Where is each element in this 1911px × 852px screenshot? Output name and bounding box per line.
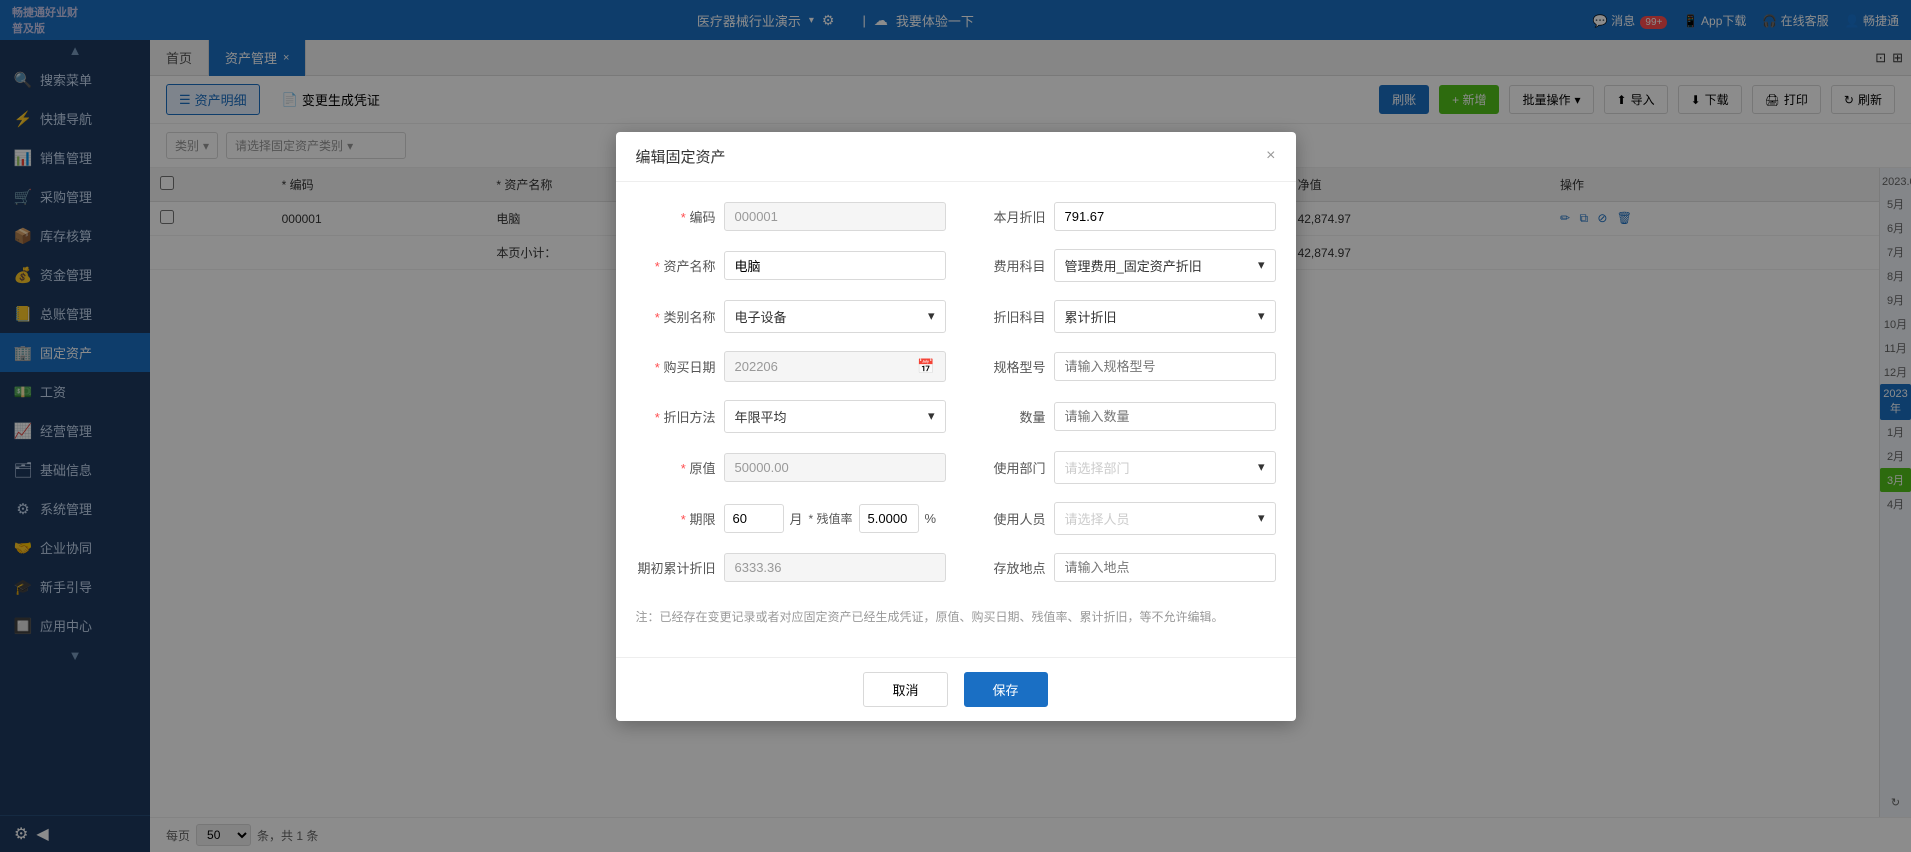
initial-dep-label: 期初累计折旧 <box>636 558 716 577</box>
form-col-person: 使用人员 请选择人员 ▾ <box>966 502 1276 535</box>
monthly-dep-input[interactable] <box>1054 202 1276 231</box>
chevron-down-icon: ▾ <box>1258 459 1265 475</box>
form-col-monthly-dep: 本月折旧 <box>966 202 1276 231</box>
form-col-dep-subject: 折旧科目 累计折旧 ▾ <box>966 300 1276 333</box>
quantity-label: 数量 <box>966 407 1046 426</box>
period-input[interactable] <box>724 504 784 533</box>
department-label: 使用部门 <box>966 458 1046 477</box>
modal-notice: 注：已经存在变更记录或者对应固定资产已经生成凭证，原值、购买日期、残值率、累计折… <box>636 600 1276 637</box>
form-col-asset-name: * 资产名称 <box>636 251 946 280</box>
chevron-down-icon: ▾ <box>1258 510 1265 526</box>
chevron-down-icon: ▾ <box>928 408 935 424</box>
category-select[interactable]: 电子设备 ▾ <box>724 300 946 333</box>
original-value-input[interactable] <box>724 453 946 482</box>
department-select[interactable]: 请选择部门 ▾ <box>1054 451 1276 484</box>
form-row-2: * 资产名称 费用科目 管理费用_固定资产折旧 ▾ <box>636 249 1276 282</box>
period-group: 月 * 残值率 % <box>724 504 946 533</box>
chevron-down-icon: ▾ <box>1258 308 1265 324</box>
dep-subject-select[interactable]: 累计折旧 ▾ <box>1054 300 1276 333</box>
save-button[interactable]: 保存 <box>964 672 1048 707</box>
location-input[interactable] <box>1054 553 1276 582</box>
form-col-code: * 编码 <box>636 202 946 231</box>
form-col-dep-method: * 折旧方法 年限平均 ▾ <box>636 400 946 433</box>
modal-header: 编辑固定资产 × <box>616 132 1296 182</box>
person-label: 使用人员 <box>966 509 1046 528</box>
modal-title: 编辑固定资产 <box>636 146 726 167</box>
form-row-8: 期初累计折旧 存放地点 <box>636 553 1276 582</box>
form-row-7: * 期限 月 * 残值率 % 使用人员 请选择人员 ▾ <box>636 502 1276 535</box>
form-col-period: * 期限 月 * 残值率 % <box>636 504 946 533</box>
quantity-input[interactable] <box>1054 402 1276 431</box>
form-row-5: * 折旧方法 年限平均 ▾ 数量 <box>636 400 1276 433</box>
asset-name-input[interactable] <box>724 251 946 280</box>
form-col-spec: 规格型号 <box>966 352 1276 381</box>
form-row-1: * 编码 本月折旧 <box>636 202 1276 231</box>
form-col-original-value: * 原值 <box>636 453 946 482</box>
code-label: * 编码 <box>636 207 716 226</box>
cancel-button[interactable]: 取消 <box>863 672 947 707</box>
expense-subject-label: 费用科目 <box>966 256 1046 275</box>
location-label: 存放地点 <box>966 558 1046 577</box>
form-col-expense-subject: 费用科目 管理费用_固定资产折旧 ▾ <box>966 249 1276 282</box>
purchase-date-input[interactable]: 202206 📅 <box>724 351 946 382</box>
period-label: * 期限 <box>636 509 716 528</box>
initial-dep-input[interactable] <box>724 553 946 582</box>
asset-name-label: * 资产名称 <box>636 256 716 275</box>
code-input[interactable] <box>724 202 946 231</box>
form-row-4: * 购买日期 202206 📅 规格型号 <box>636 351 1276 382</box>
dep-method-select[interactable]: 年限平均 ▾ <box>724 400 946 433</box>
form-col-purchase-date: * 购买日期 202206 📅 <box>636 351 946 382</box>
spec-input[interactable] <box>1054 352 1276 381</box>
modal-body: * 编码 本月折旧 * 资产名称 费用科目 <box>616 182 1296 657</box>
calendar-icon[interactable]: 📅 <box>917 358 934 375</box>
chevron-down-icon: ▾ <box>1258 257 1265 273</box>
modal-close-button[interactable]: × <box>1266 147 1275 165</box>
spec-label: 规格型号 <box>966 357 1046 376</box>
modal-overlay: 编辑固定资产 × * 编码 本月折旧 <box>0 0 1911 852</box>
form-col-department: 使用部门 请选择部门 ▾ <box>966 451 1276 484</box>
form-row-3: * 类别名称 电子设备 ▾ 折旧科目 累计折旧 ▾ <box>636 300 1276 333</box>
form-row-6: * 原值 使用部门 请选择部门 ▾ <box>636 451 1276 484</box>
form-col-category: * 类别名称 电子设备 ▾ <box>636 300 946 333</box>
form-col-location: 存放地点 <box>966 553 1276 582</box>
form-col-initial-dep: 期初累计折旧 <box>636 553 946 582</box>
dep-method-label: * 折旧方法 <box>636 407 716 426</box>
person-select[interactable]: 请选择人员 ▾ <box>1054 502 1276 535</box>
dep-subject-label: 折旧科目 <box>966 307 1046 326</box>
edit-asset-modal: 编辑固定资产 × * 编码 本月折旧 <box>616 132 1296 721</box>
purchase-date-label: * 购买日期 <box>636 357 716 376</box>
modal-footer: 取消 保存 <box>616 657 1296 721</box>
monthly-dep-label: 本月折旧 <box>966 207 1046 226</box>
chevron-down-icon: ▾ <box>928 308 935 324</box>
expense-subject-select[interactable]: 管理费用_固定资产折旧 ▾ <box>1054 249 1276 282</box>
original-value-label: * 原值 <box>636 458 716 477</box>
category-label: * 类别名称 <box>636 307 716 326</box>
residual-rate-input[interactable] <box>859 504 919 533</box>
form-col-quantity: 数量 <box>966 402 1276 431</box>
